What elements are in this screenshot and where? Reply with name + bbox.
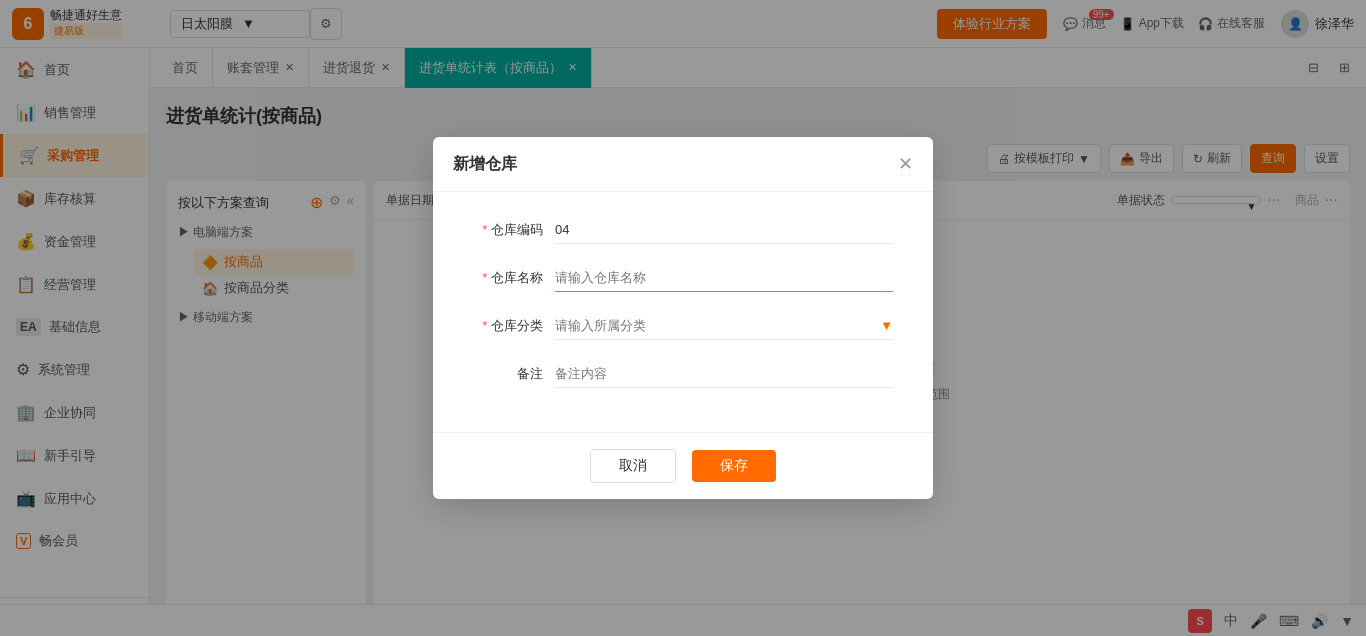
category-dropdown-icon[interactable]: ▼ <box>880 318 893 333</box>
modal-overlay: 新增仓库 ✕ 仓库编码 仓库名称 仓库分类 ▼ <box>0 0 1366 636</box>
remark-input[interactable] <box>555 360 893 388</box>
code-input[interactable] <box>555 216 893 244</box>
name-label: 仓库名称 <box>473 269 543 287</box>
remark-label: 备注 <box>473 365 543 383</box>
name-input[interactable] <box>555 264 893 292</box>
cancel-button[interactable]: 取消 <box>590 449 676 483</box>
modal-footer: 取消 保存 <box>433 432 933 499</box>
form-row-category: 仓库分类 ▼ <box>473 312 893 340</box>
form-row-remark: 备注 <box>473 360 893 388</box>
code-label: 仓库编码 <box>473 221 543 239</box>
category-input[interactable] <box>555 318 880 333</box>
modal-header: 新增仓库 ✕ <box>433 137 933 192</box>
category-select[interactable]: ▼ <box>555 312 893 340</box>
category-label: 仓库分类 <box>473 317 543 335</box>
form-row-code: 仓库编码 <box>473 216 893 244</box>
modal-close-button[interactable]: ✕ <box>898 153 913 175</box>
new-warehouse-modal: 新增仓库 ✕ 仓库编码 仓库名称 仓库分类 ▼ <box>433 137 933 499</box>
save-button[interactable]: 保存 <box>692 450 776 482</box>
form-row-name: 仓库名称 <box>473 264 893 292</box>
modal-title: 新增仓库 <box>453 154 517 175</box>
modal-body: 仓库编码 仓库名称 仓库分类 ▼ 备注 <box>433 192 933 432</box>
